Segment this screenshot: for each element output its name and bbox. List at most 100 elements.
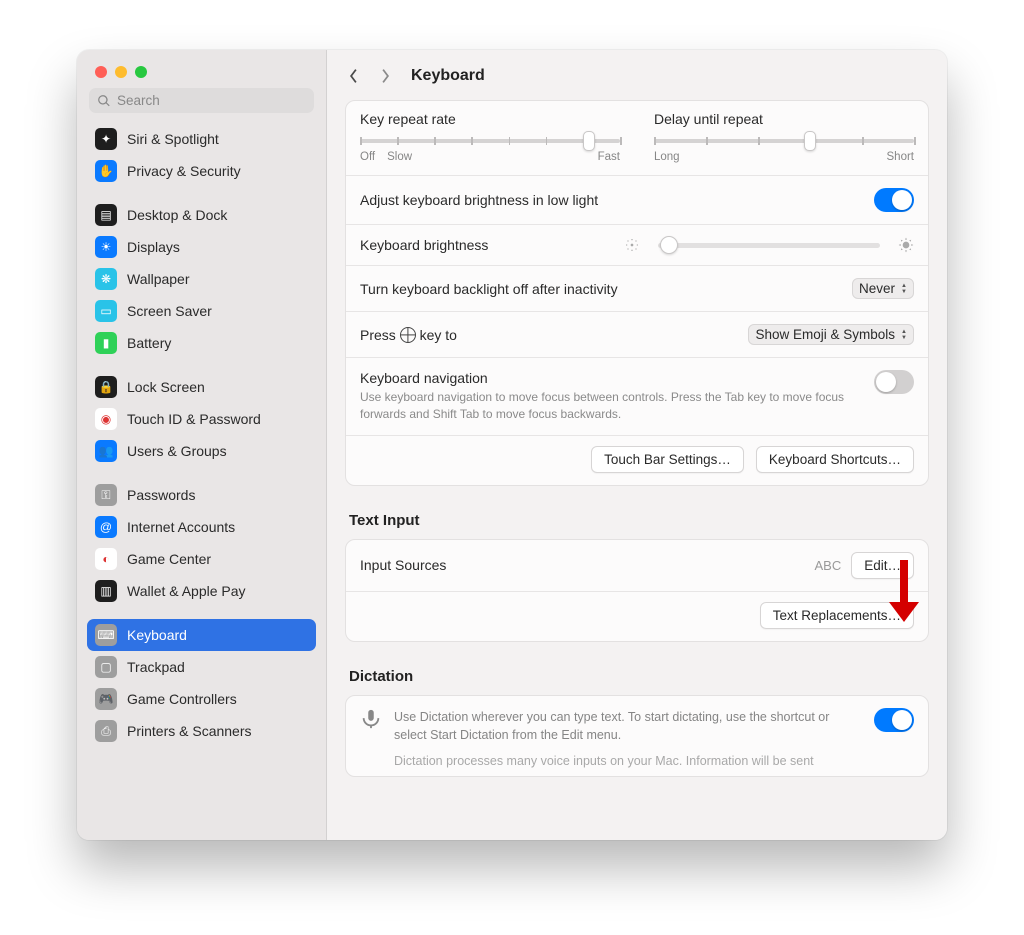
keyboard-shortcuts-button[interactable]: Keyboard Shortcuts… (756, 446, 914, 473)
sidebar: Search ✦ Siri & Spotlight ✋ Privacy & Secur… (77, 50, 327, 840)
close-window-button[interactable] (95, 66, 107, 78)
sidebar-item-game-center[interactable]: ◐ Game Center (87, 543, 316, 575)
page-title: Keyboard (411, 67, 485, 85)
sidebar-item-label: Privacy & Security (127, 163, 241, 179)
backlight-off-select[interactable]: Never ▲▼ (852, 278, 914, 299)
maximize-window-button[interactable] (135, 66, 147, 78)
sidebar-item-label: Passwords (127, 487, 195, 503)
sidebar-item-game-controllers[interactable]: 🎮 Game Controllers (87, 683, 316, 715)
adjust-brightness-row: Adjust keyboard brightness in low light (346, 176, 928, 225)
sidebar-item-label: Touch ID & Password (127, 411, 261, 427)
keyboard-navigation-toggle[interactable] (874, 370, 914, 394)
sidebar-item-screen-saver[interactable]: ▭ Screen Saver (87, 295, 316, 327)
dictation-card: Use Dictation wherever you can type text… (345, 695, 929, 777)
window-traffic-lights (77, 50, 326, 88)
at-icon: @ (95, 516, 117, 538)
settings-window: Search ✦ Siri & Spotlight ✋ Privacy & Secur… (77, 50, 947, 840)
sidebar-item-label: Trackpad (127, 659, 185, 675)
sidebar-item-siri-spotlight[interactable]: ✦ Siri & Spotlight (87, 123, 316, 155)
sidebar-item-label: Users & Groups (127, 443, 227, 459)
sidebar-list[interactable]: ✦ Siri & Spotlight ✋ Privacy & Security ▤ Des… (77, 121, 326, 840)
slider-thumb[interactable] (583, 131, 595, 151)
printer-icon: ⎙ (95, 720, 117, 742)
sidebar-item-wallet-apple-pay[interactable]: ▥Wallet & Apple Pay (87, 575, 316, 607)
annotation-arrow (889, 560, 919, 622)
sidebar-item-printers-scanners[interactable]: ⎙ Printers & Scanners (87, 715, 316, 747)
sidebar-item-trackpad[interactable]: ▢ Trackpad (87, 651, 316, 683)
back-button[interactable] (341, 64, 365, 88)
touch-bar-settings-button[interactable]: Touch Bar Settings… (591, 446, 744, 473)
key-icon: ⚿ (95, 484, 117, 506)
text-input-card: Input Sources ABC Edit… Text Replacement… (345, 539, 929, 642)
minimize-window-button[interactable] (115, 66, 127, 78)
flower-icon: ❋ (95, 268, 117, 290)
sidebar-item-lock-screen[interactable]: 🔒 Lock Screen (87, 371, 316, 403)
sun-icon: ☀ (95, 236, 117, 258)
sidebar-item-wallpaper[interactable]: ❋ Wallpaper (87, 263, 316, 295)
sidebar-item-touch-id-password[interactable]: ◉Touch ID & Password (87, 403, 316, 435)
press-globe-row: Press key to Show Emoji & Symbols ▲▼ (346, 312, 928, 358)
sidebar-item-internet-accounts[interactable]: @ Internet Accounts (87, 511, 316, 543)
sidebar-item-label: Lock Screen (127, 379, 205, 395)
sidebar-item-label: Siri & Spotlight (127, 131, 219, 147)
search-input[interactable]: Search (89, 88, 314, 113)
game-icon: ◐ (95, 548, 117, 570)
sidebar-item-label: Game Center (127, 551, 211, 567)
keyboard-icon: ⌨ (95, 624, 117, 646)
updown-icon: ▲▼ (901, 329, 907, 341)
keyboard-brightness-slider[interactable] (658, 243, 880, 248)
sidebar-item-displays[interactable]: ☀ Displays (87, 231, 316, 263)
keyboard-brightness-row: Keyboard brightness (346, 225, 928, 266)
input-sources-value: ABC (815, 558, 842, 573)
sidebar-item-label: Desktop & Dock (127, 207, 227, 223)
sidebar-item-label: Game Controllers (127, 691, 237, 707)
search-placeholder: Search (117, 93, 160, 108)
delay-until-repeat: Delay until repeat Long Short (654, 111, 914, 163)
hand-icon: ✋ (95, 160, 117, 182)
input-sources-row: Input Sources ABC Edit… (346, 540, 928, 592)
sidebar-item-battery[interactable]: ▮Battery (87, 327, 316, 359)
delay-slider[interactable] (654, 139, 914, 143)
sidebar-item-label: Printers & Scanners (127, 723, 252, 739)
sidebar-item-label: Displays (127, 239, 180, 255)
keyboard-settings-card: Key repeat rate Off Slow Fast (345, 100, 929, 486)
microphone-icon (360, 708, 382, 730)
sidebar-item-label: Wallpaper (127, 271, 190, 287)
slider-thumb[interactable] (804, 131, 816, 151)
sidebar-item-privacy-security[interactable]: ✋ Privacy & Security (87, 155, 316, 187)
globe-icon (400, 327, 416, 343)
users-icon: 👥 (95, 440, 117, 462)
dictation-toggle[interactable] (874, 708, 914, 732)
updown-icon: ▲▼ (901, 283, 907, 295)
backlight-off-row: Turn keyboard backlight off after inacti… (346, 266, 928, 312)
forward-button[interactable] (373, 64, 397, 88)
sidebar-item-users-groups[interactable]: 👥 Users & Groups (87, 435, 316, 467)
brightness-high-icon (898, 237, 914, 253)
content-scroll[interactable]: Key repeat rate Off Slow Fast (327, 100, 947, 840)
sidebar-item-label: Keyboard (127, 627, 187, 643)
sidebar-item-label: Screen Saver (127, 303, 212, 319)
search-icon (97, 94, 111, 108)
adjust-brightness-toggle[interactable] (874, 188, 914, 212)
main-panel: Keyboard Key repeat rate Off Slow (327, 50, 947, 840)
battery-icon: ▮ (95, 332, 117, 354)
press-globe-select[interactable]: Show Emoji & Symbols ▲▼ (748, 324, 914, 345)
brightness-slider-thumb[interactable] (660, 236, 678, 254)
header-bar: Keyboard (327, 50, 947, 100)
screen-icon: ▭ (95, 300, 117, 322)
trackpad-icon: ▢ (95, 656, 117, 678)
dictation-section-title: Dictation (345, 664, 929, 695)
keyboard-navigation-row: Keyboard navigation Use keyboard navigat… (346, 358, 928, 436)
siri-icon: ✦ (95, 128, 117, 150)
sidebar-item-label: Internet Accounts (127, 519, 235, 535)
text-input-section-title: Text Input (345, 508, 929, 539)
lock-icon: 🔒 (95, 376, 117, 398)
dock-icon: ▤ (95, 204, 117, 226)
sidebar-item-keyboard[interactable]: ⌨ Keyboard (87, 619, 316, 651)
sidebar-item-passwords[interactable]: ⚿ Passwords (87, 479, 316, 511)
controller-icon: 🎮 (95, 688, 117, 710)
sidebar-item-desktop-dock[interactable]: ▤ Desktop & Dock (87, 199, 316, 231)
key-repeat-slider[interactable] (360, 139, 620, 143)
brightness-low-icon (624, 237, 640, 253)
sidebar-item-label: Wallet & Apple Pay (127, 583, 246, 599)
